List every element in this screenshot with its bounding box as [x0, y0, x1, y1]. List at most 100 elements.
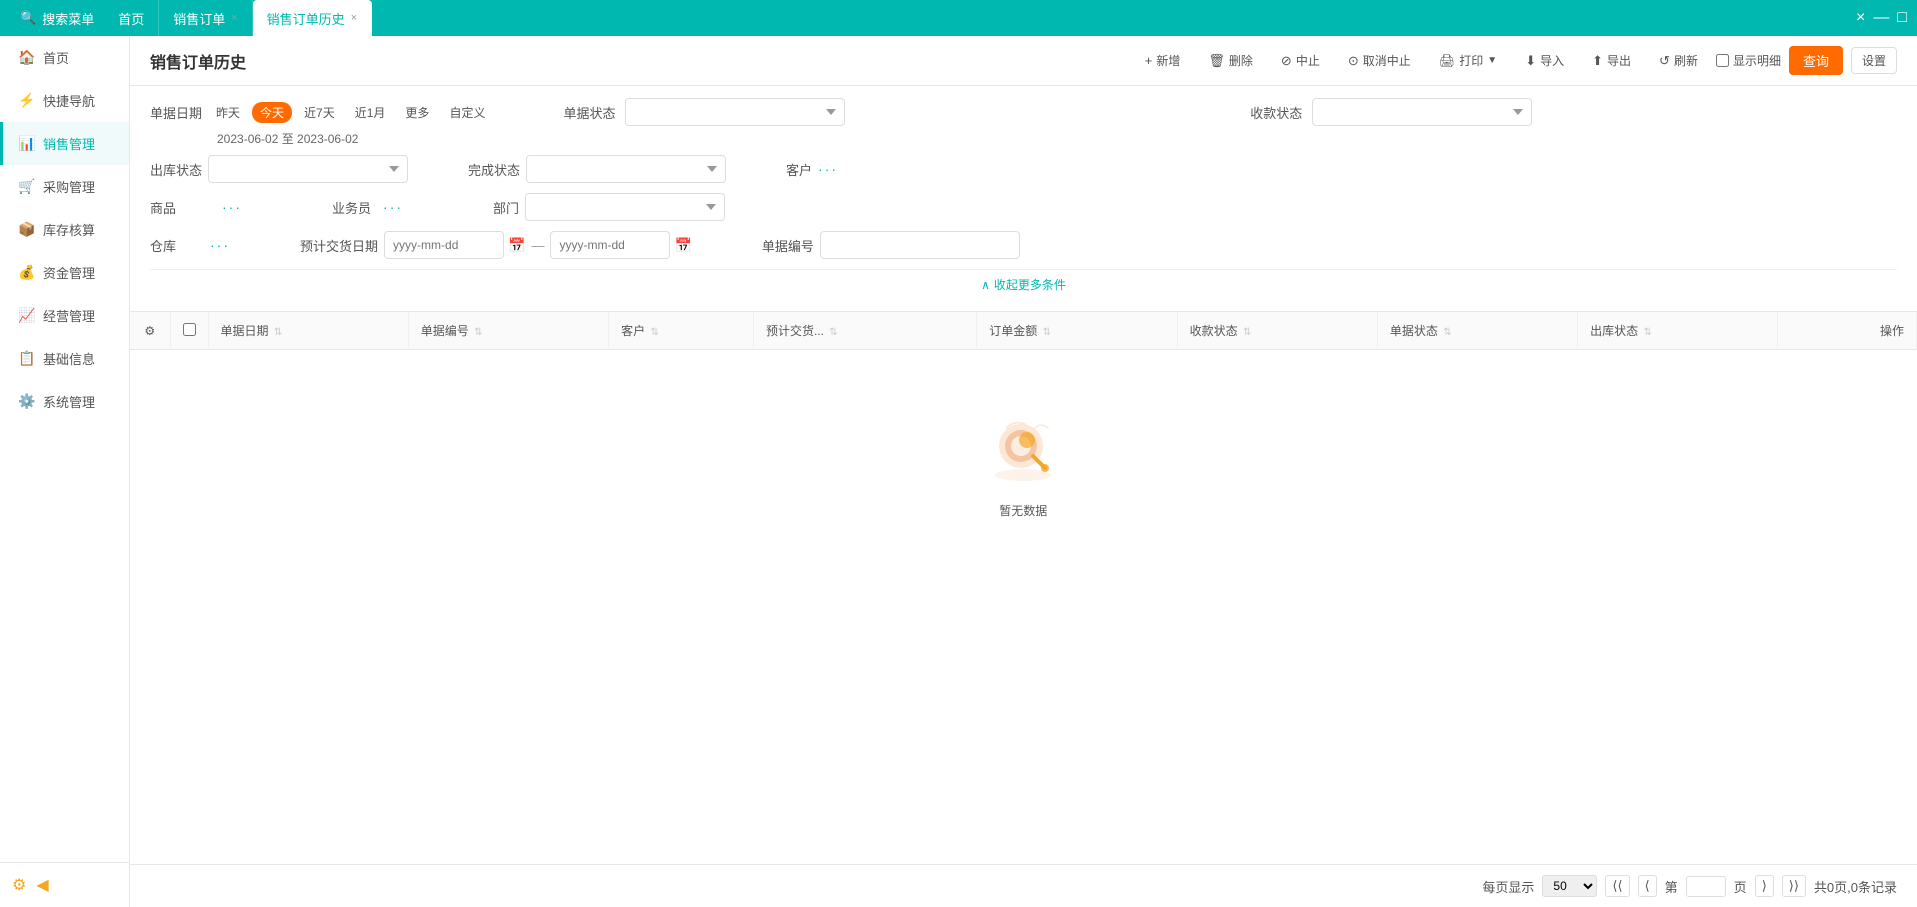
import-button[interactable]: ⬇ 导入 — [1515, 48, 1574, 73]
sidebar-item-operations[interactable]: 📈 经营管理 — [0, 294, 129, 337]
sidebar-item-home[interactable]: 🏠 首页 — [0, 36, 129, 79]
th-payment-status[interactable]: 收款状态 ⇅ — [1177, 312, 1377, 350]
home-icon: 🏠 — [19, 50, 35, 66]
th-bill-date-label: 单据日期 — [221, 324, 269, 338]
date-tags: 昨天 今天 近7天 近1月 更多 自定义 — [208, 102, 493, 123]
date-tag-today[interactable]: 今天 — [252, 102, 292, 123]
table-body: 暂无数据 — [130, 350, 1917, 580]
dept-select[interactable] — [525, 193, 725, 221]
tab-sales-order[interactable]: 销售订单 × — [159, 0, 252, 36]
tab-sales-order-history[interactable]: 销售订单历史 × — [253, 0, 372, 36]
sidebar-item-quick-nav[interactable]: ⚡ 快捷导航 — [0, 79, 129, 122]
cancel-stop-button[interactable]: ⊙ 取消中止 — [1338, 48, 1421, 73]
last-page-button[interactable]: ⟩⟩ — [1782, 875, 1806, 897]
th-bill-status-label: 单据状态 — [1390, 324, 1438, 338]
filter-row-1: 单据日期 昨天 今天 近7天 近1月 更多 自定义 单据状态 收款状态 — [150, 98, 1897, 126]
bill-status-label: 单据状态 — [563, 103, 615, 122]
page-label-prefix: 第 — [1665, 877, 1678, 896]
sidebar-item-inventory[interactable]: 📦 库存核算 — [0, 208, 129, 251]
sidebar: 🏠 首页 ⚡ 快捷导航 📊 销售管理 🛒 采购管理 📦 库存核算 💰 资金管理 … — [0, 36, 130, 907]
refresh-button[interactable]: ↺ 刷新 — [1649, 48, 1708, 73]
expected-date-to-input[interactable] — [550, 231, 670, 259]
tab-sales-order-close[interactable]: × — [231, 12, 237, 24]
th-bill-date[interactable]: 单据日期 ⇅ — [208, 312, 408, 350]
show-detail-checkbox[interactable] — [1716, 54, 1729, 67]
date-tag-custom[interactable]: 自定义 — [441, 102, 493, 123]
sidebar-item-operations-label: 经营管理 — [43, 306, 95, 325]
export-button[interactable]: ⬆ 导出 — [1582, 48, 1641, 73]
payment-status-select[interactable] — [1312, 98, 1532, 126]
th-customer[interactable]: 客户 ⇅ — [609, 312, 754, 350]
salesperson-ellipsis[interactable]: ··· — [383, 199, 403, 215]
sort-expected-date-icon: ⇅ — [829, 327, 837, 338]
sidebar-item-purchase[interactable]: 🛒 采购管理 — [0, 165, 129, 208]
print-label: 打印 — [1459, 52, 1483, 69]
sort-bill-no-icon: ⇅ — [474, 327, 482, 338]
th-out-status[interactable]: 出库状态 ⇅ — [1578, 312, 1778, 350]
sidebar-item-finance[interactable]: 💰 资金管理 — [0, 251, 129, 294]
export-icon: ⬆ — [1592, 53, 1603, 69]
add-button[interactable]: + 新增 — [1135, 48, 1191, 73]
maximize-icon[interactable]: □ — [1897, 9, 1907, 27]
goods-ellipsis[interactable]: ··· — [222, 199, 242, 215]
date-tag-more[interactable]: 更多 — [397, 102, 437, 123]
calendar-from-icon[interactable]: 📅 — [508, 237, 525, 254]
date-tag-1month[interactable]: 近1月 — [347, 102, 394, 123]
next-page-button[interactable]: ⟩ — [1755, 875, 1774, 897]
collapse-row[interactable]: ∧ 收起更多条件 — [150, 269, 1897, 299]
th-check[interactable] — [170, 312, 208, 350]
prev-page-button[interactable]: ⟨ — [1638, 875, 1657, 897]
out-status-select[interactable] — [208, 155, 408, 183]
empty-text: 暂无数据 — [999, 502, 1047, 519]
quick-nav-icon: ⚡ — [19, 93, 35, 109]
customer-label: 客户 — [786, 160, 812, 179]
sidebar-item-basic-info-label: 基础信息 — [43, 349, 95, 368]
sales-icon: 📊 — [19, 136, 35, 152]
tab-list: 🔍 搜索菜单 首页 销售订单 × 销售订单历史 × — [10, 0, 372, 36]
per-page-select[interactable]: 10 20 50 100 — [1542, 875, 1597, 897]
search-menu[interactable]: 🔍 搜索菜单 — [10, 0, 104, 36]
select-all-checkbox[interactable] — [183, 323, 196, 336]
query-button[interactable]: 查询 — [1789, 46, 1843, 75]
th-expected-date-label: 预计交货... — [766, 324, 824, 338]
cancel-stop-label: 取消中止 — [1363, 52, 1411, 69]
search-icon: 🔍 — [20, 10, 36, 26]
th-bill-status[interactable]: 单据状态 ⇅ — [1377, 312, 1577, 350]
th-settings[interactable]: ⚙ — [130, 312, 170, 350]
sidebar-item-quick-nav-label: 快捷导航 — [43, 91, 95, 110]
customer-ellipsis[interactable]: ··· — [818, 161, 838, 177]
stop-button[interactable]: ⊘ 中止 — [1271, 48, 1330, 73]
date-tag-7days[interactable]: 近7天 — [296, 102, 343, 123]
show-detail-checkbox-group[interactable]: 显示明细 — [1716, 52, 1781, 69]
bill-status-select[interactable] — [625, 98, 845, 126]
close-window-icon[interactable]: × — [1856, 9, 1865, 27]
th-order-amount[interactable]: 订单金额 ⇅ — [977, 312, 1177, 350]
sidebar-item-basic-info[interactable]: 📋 基础信息 — [0, 337, 129, 380]
print-button[interactable]: 🖨 打印 ▼ — [1429, 48, 1507, 73]
empty-state-row: 暂无数据 — [130, 350, 1917, 580]
sidebar-item-inventory-label: 库存核算 — [43, 220, 95, 239]
complete-status-select[interactable] — [526, 155, 726, 183]
delete-button[interactable]: 🗑 删除 — [1198, 48, 1263, 73]
settings-button[interactable]: 设置 — [1851, 47, 1897, 74]
sidebar-item-sales[interactable]: 📊 销售管理 — [0, 122, 129, 165]
tab-home-label: 首页 — [118, 9, 144, 28]
data-table: ⚙ 单据日期 ⇅ 单据编号 ⇅ — [130, 312, 1917, 579]
stop-label: 中止 — [1296, 52, 1320, 69]
minimize-icon[interactable]: — — [1873, 9, 1889, 27]
current-page-input[interactable]: 1 — [1686, 876, 1726, 897]
sidebar-item-system[interactable]: ⚙️ 系统管理 — [0, 380, 129, 423]
date-tag-yesterday[interactable]: 昨天 — [208, 102, 248, 123]
bill-no-input[interactable] — [820, 231, 1020, 259]
expected-date-from-input[interactable] — [384, 231, 504, 259]
th-expected-date[interactable]: 预计交货... ⇅ — [753, 312, 976, 350]
tab-sales-order-history-close[interactable]: × — [351, 12, 357, 24]
sidebar-settings-icon[interactable]: ⚙ — [12, 875, 26, 895]
first-page-button[interactable]: ⟨⟨ — [1605, 875, 1629, 897]
calendar-to-icon[interactable]: 📅 — [674, 237, 691, 254]
sidebar-collapse-icon[interactable]: ◀ — [36, 875, 48, 895]
tab-home[interactable]: 首页 — [104, 0, 159, 36]
date-range-display: 2023-06-02 至 2023-06-02 — [217, 132, 358, 146]
warehouse-ellipsis[interactable]: ··· — [210, 237, 230, 253]
th-bill-no[interactable]: 单据编号 ⇅ — [408, 312, 608, 350]
